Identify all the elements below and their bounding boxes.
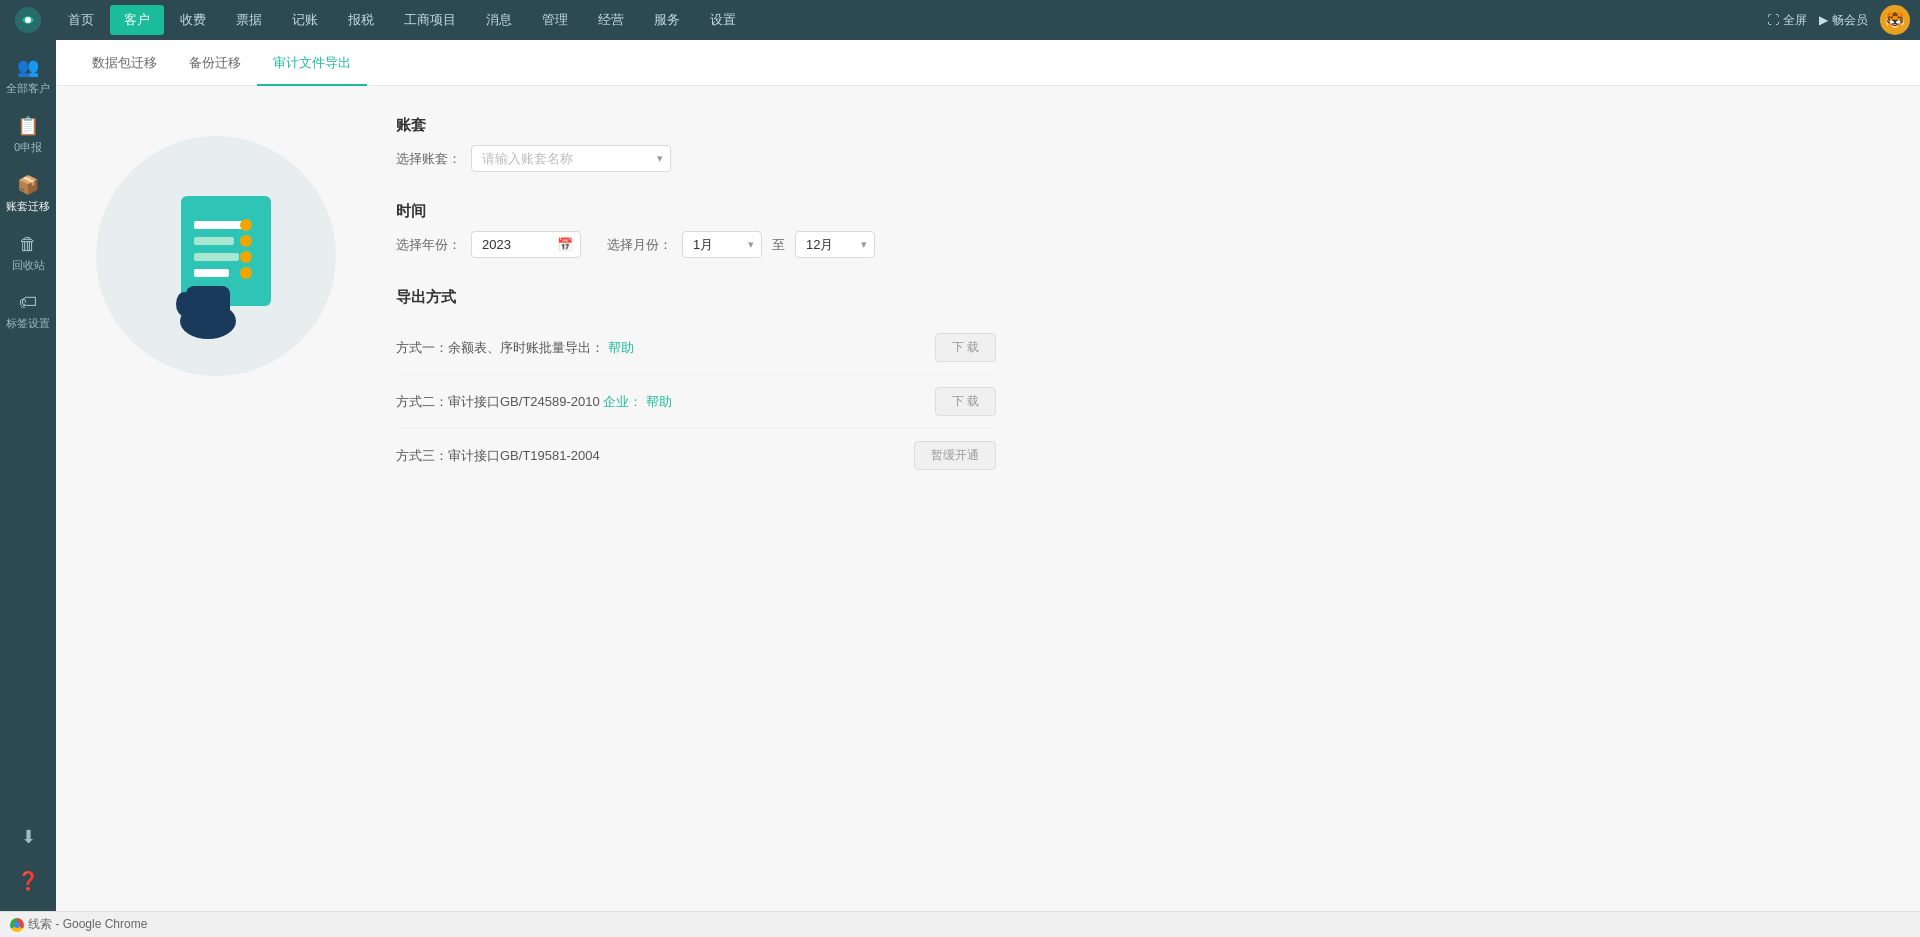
year-input-wrapper: 📅 xyxy=(471,231,581,258)
sidebar: 👥 全部客户 📋 0申报 📦 账套迁移 🗑 回收站 🏷 标签设置 ⬇ ❓ xyxy=(0,40,56,911)
nav-operation[interactable]: 经营 xyxy=(584,5,638,35)
vip-button[interactable]: ▶ 畅会员 xyxy=(1819,12,1868,29)
account-section: 账套 选择账套： 请输入账套名称 ▾ xyxy=(396,116,996,178)
account-section-title: 账套 xyxy=(396,116,996,135)
svg-point-9 xyxy=(240,251,252,263)
method-1-label: 方式一：余额表、序时账批量导出： 帮助 xyxy=(396,339,634,357)
top-nav-right: ⛶ 全屏 ▶ 畅会员 🐯 xyxy=(1767,5,1910,35)
account-migrate-icon: 📦 xyxy=(17,174,39,196)
method-row-2: 方式二：审计接口GB/T24589-2010 企业： 帮助 下 载 xyxy=(396,375,996,429)
tab-audit-export[interactable]: 审计文件导出 xyxy=(257,44,367,86)
sidebar-item-zero-declare[interactable]: 📋 0申报 xyxy=(2,107,54,162)
tab-data-package[interactable]: 数据包迁移 xyxy=(76,44,173,86)
method-1-download-button[interactable]: 下 载 xyxy=(935,333,996,362)
account-select[interactable]: 请输入账套名称 xyxy=(471,145,671,172)
method-row-1: 方式一：余额表、序时账批量导出： 帮助 下 载 xyxy=(396,321,996,375)
month-end-select[interactable]: 1月 2月 3月 4月 5月 6月 7月 8月 9月 10月 xyxy=(795,231,875,258)
sidebar-download-icon[interactable]: ⬇ xyxy=(10,819,46,855)
to-label: 至 xyxy=(772,236,785,254)
sidebar-bottom: ⬇ ❓ xyxy=(10,819,46,911)
logo xyxy=(10,2,46,38)
export-method-section: 导出方式 方式一：余额表、序时账批量导出： 帮助 下 载 方式二：审计接口GB/… xyxy=(396,288,996,482)
account-select-wrapper: 请输入账套名称 ▾ xyxy=(471,145,671,172)
sidebar-help-icon[interactable]: ❓ xyxy=(10,863,46,899)
sidebar-item-recycle[interactable]: 🗑 回收站 xyxy=(2,226,54,280)
content-area: 数据包迁移 备份迁移 审计文件导出 xyxy=(56,40,1920,911)
nav-manage[interactable]: 管理 xyxy=(528,5,582,35)
time-section: 时间 选择年份： 📅 选择月份： 1月 2月 xyxy=(396,202,996,264)
export-layout: 账套 选择账套： 请输入账套名称 ▾ 时间 选择年 xyxy=(96,116,996,482)
method-3-label: 方式三：审计接口GB/T19581-2004 xyxy=(396,447,600,465)
nav-customer[interactable]: 客户 xyxy=(110,5,164,35)
nav-message[interactable]: 消息 xyxy=(472,5,526,35)
account-select-label: 选择账套： xyxy=(396,150,461,168)
statusbar-text: 线索 - Google Chrome xyxy=(28,916,147,933)
method-3-opening-button[interactable]: 暂缓开通 xyxy=(914,441,996,470)
sidebar-item-tag-settings[interactable]: 🏷 标签设置 xyxy=(2,284,54,338)
zero-declare-icon: 📋 xyxy=(17,115,39,137)
svg-point-8 xyxy=(240,235,252,247)
export-section-title: 导出方式 xyxy=(396,288,996,307)
method-2-download-button[interactable]: 下 载 xyxy=(935,387,996,416)
top-nav: 首页 客户 收费 票据 记账 报税 工商项目 消息 管理 经营 服务 设置 ⛶ … xyxy=(0,0,1920,40)
form-panel: 账套 选择账套： 请输入账套名称 ▾ 时间 选择年 xyxy=(396,116,996,482)
svg-point-10 xyxy=(240,267,252,279)
svg-point-13 xyxy=(176,292,192,316)
method-2-help-link[interactable]: 帮助 xyxy=(646,394,672,409)
year-label: 选择年份： xyxy=(396,236,461,254)
chrome-status: 线索 - Google Chrome xyxy=(10,916,147,933)
chrome-icon xyxy=(10,918,24,932)
sidebar-label-account-migrate: 账套迁移 xyxy=(6,200,50,213)
main-container: 👥 全部客户 📋 0申报 📦 账套迁移 🗑 回收站 🏷 标签设置 ⬇ ❓ 数据包… xyxy=(0,40,1920,911)
nav-business[interactable]: 工商项目 xyxy=(390,5,470,35)
method-2-company-link[interactable]: 企业： xyxy=(603,394,642,409)
svg-point-1 xyxy=(25,17,31,23)
avatar[interactable]: 🐯 xyxy=(1880,5,1910,35)
tabs-bar: 数据包迁移 备份迁移 审计文件导出 xyxy=(56,40,1920,86)
svg-point-7 xyxy=(240,219,252,231)
nav-fee[interactable]: 收费 xyxy=(166,5,220,35)
nav-settings[interactable]: 设置 xyxy=(696,5,750,35)
svg-rect-4 xyxy=(194,237,234,245)
method-row-3: 方式三：审计接口GB/T19581-2004 暂缓开通 xyxy=(396,429,996,482)
month-end-wrapper: 1月 2月 3月 4月 5月 6月 7月 8月 9月 10月 xyxy=(795,231,875,258)
tag-settings-icon: 🏷 xyxy=(19,292,37,313)
nav-service[interactable]: 服务 xyxy=(640,5,694,35)
nav-bookkeeping[interactable]: 记账 xyxy=(278,5,332,35)
vip-icon: ▶ xyxy=(1819,13,1828,27)
fullscreen-button[interactable]: ⛶ 全屏 xyxy=(1767,12,1807,29)
sidebar-label-all-customers: 全部客户 xyxy=(6,82,50,95)
month-start-select[interactable]: 1月 2月 3月 4月 5月 6月 7月 8月 9月 10月 xyxy=(682,231,762,258)
nav-items: 首页 客户 收费 票据 记账 报税 工商项目 消息 管理 经营 服务 设置 xyxy=(54,5,1767,35)
method-2-label: 方式二：审计接口GB/T24589-2010 企业： 帮助 xyxy=(396,393,672,411)
month-start-wrapper: 1月 2月 3月 4月 5月 6月 7月 8月 9月 10月 xyxy=(682,231,762,258)
sidebar-label-recycle: 回收站 xyxy=(12,259,45,272)
svg-rect-12 xyxy=(186,286,230,324)
time-form-row: 选择年份： 📅 选择月份： 1月 2月 3月 xyxy=(396,231,996,258)
year-input[interactable] xyxy=(471,231,581,258)
all-customers-icon: 👥 xyxy=(17,56,39,78)
sidebar-item-all-customers[interactable]: 👥 全部客户 xyxy=(2,48,54,103)
illustration xyxy=(96,136,336,376)
method-1-help-link[interactable]: 帮助 xyxy=(608,340,634,355)
month-label: 选择月份： xyxy=(607,236,672,254)
recycle-icon: 🗑 xyxy=(19,234,37,255)
sidebar-item-account-migrate[interactable]: 📦 账套迁移 xyxy=(2,166,54,221)
nav-invoice[interactable]: 票据 xyxy=(222,5,276,35)
page-content: 账套 选择账套： 请输入账套名称 ▾ 时间 选择年 xyxy=(56,86,1920,911)
statusbar: 线索 - Google Chrome xyxy=(0,911,1920,937)
nav-tax[interactable]: 报税 xyxy=(334,5,388,35)
fullscreen-icon: ⛶ xyxy=(1767,13,1779,27)
time-section-title: 时间 xyxy=(396,202,996,221)
svg-rect-3 xyxy=(194,221,244,229)
nav-home[interactable]: 首页 xyxy=(54,5,108,35)
svg-rect-5 xyxy=(194,253,239,261)
tab-backup-migrate[interactable]: 备份迁移 xyxy=(173,44,257,86)
svg-rect-6 xyxy=(194,269,229,277)
account-form-row: 选择账套： 请输入账套名称 ▾ xyxy=(396,145,996,172)
sidebar-label-zero-declare: 0申报 xyxy=(14,141,42,154)
sidebar-label-tag-settings: 标签设置 xyxy=(6,317,50,330)
